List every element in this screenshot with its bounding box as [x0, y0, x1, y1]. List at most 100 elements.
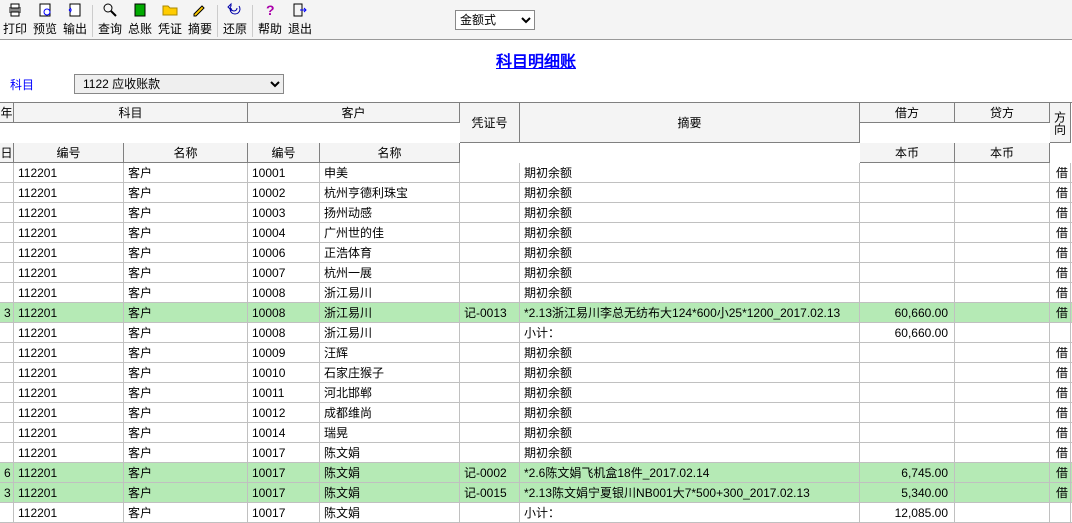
cell-voucher-no	[460, 363, 520, 382]
format-select[interactable]: 金额式	[455, 10, 535, 30]
cell-date: 3	[0, 303, 14, 322]
cell-name: 客户	[124, 463, 248, 482]
table-row[interactable]: 112201客户10009汪辉期初余额借	[0, 343, 1072, 363]
cell-voucher-no	[460, 323, 520, 342]
table-row[interactable]: 112201客户10008浙江易川小计：60,660.00	[0, 323, 1072, 343]
page-title: 科目明细账	[496, 48, 576, 72]
cell-summary: 小计：	[520, 323, 860, 342]
ledger-button[interactable]: 总账	[125, 0, 155, 38]
restore-button[interactable]: 还原	[220, 0, 250, 38]
col-date: 日	[0, 143, 14, 163]
table-row[interactable]: 112201客户10014瑞晃期初余额借	[0, 423, 1072, 443]
table-row[interactable]: 112201客户10011河北邯郸期初余额借	[0, 383, 1072, 403]
cell-debit	[860, 183, 955, 202]
table-row[interactable]: 112201客户10017陈文娟期初余额借	[0, 443, 1072, 463]
table-row[interactable]: 112201客户10008浙江易川期初余额借	[0, 283, 1072, 303]
table-row[interactable]: 112201客户10001申美期初余额借	[0, 163, 1072, 183]
cell-direction: 借	[1050, 463, 1071, 482]
cell-summary: 期初余额	[520, 443, 860, 462]
table-row[interactable]: 112201客户10010石家庄猴子期初余额借	[0, 363, 1072, 383]
cell-voucher-no	[460, 403, 520, 422]
cell-code: 112201	[14, 263, 124, 282]
toolbar: 打印 预览 输出 查询 总账 凭证 摘要 还原 ? 帮助 退出 金额式	[0, 0, 1072, 40]
cell-direction: 借	[1050, 163, 1071, 182]
cell-code: 112201	[14, 423, 124, 442]
cell-credit	[955, 483, 1050, 502]
help-icon: ?	[262, 2, 278, 18]
query-button[interactable]: 查询	[95, 0, 125, 38]
cell-summary: 期初余额	[520, 183, 860, 202]
cell-customer-name: 陈文娟	[320, 443, 460, 462]
cell-customer-name: 瑞晃	[320, 423, 460, 442]
cell-date	[0, 403, 14, 422]
table-row[interactable]: 112201客户10002杭州亨德利珠宝期初余额借	[0, 183, 1072, 203]
output-button[interactable]: 输出	[60, 0, 90, 38]
table-row[interactable]: 112201客户10006正浩体育期初余额借	[0, 243, 1072, 263]
cell-code: 112201	[14, 203, 124, 222]
table-row[interactable]: 112201客户10007杭州一展期初余额借	[0, 263, 1072, 283]
cell-customer-name: 汪辉	[320, 343, 460, 362]
cell-name: 客户	[124, 303, 248, 322]
table-row[interactable]: 112201客户10012成都维尚期初余额借	[0, 403, 1072, 423]
cell-code: 112201	[14, 223, 124, 242]
cell-credit	[955, 163, 1050, 182]
help-button[interactable]: ? 帮助	[255, 0, 285, 38]
print-button[interactable]: 打印	[0, 0, 30, 38]
preview-icon	[37, 2, 53, 18]
cell-direction: 借	[1050, 283, 1071, 302]
cell-name: 客户	[124, 363, 248, 382]
cell-voucher-no	[460, 443, 520, 462]
cell-date	[0, 383, 14, 402]
cell-customer-name: 浙江易川	[320, 323, 460, 342]
subject-label: 科目	[10, 76, 34, 93]
cell-date	[0, 183, 14, 202]
cell-voucher-no	[460, 203, 520, 222]
cell-voucher-no: 记-0002	[460, 463, 520, 482]
cell-customer-name: 陈文娟	[320, 463, 460, 482]
table-row[interactable]: 112201客户10003扬州动感期初余额借	[0, 203, 1072, 223]
cell-customer-code: 10017	[248, 503, 320, 522]
cell-summary: 期初余额	[520, 403, 860, 422]
cell-voucher-no	[460, 223, 520, 242]
cell-credit	[955, 203, 1050, 222]
col-ccode: 编号	[248, 143, 320, 163]
table-row[interactable]: 112201客户10017陈文娟小计：12,085.00	[0, 503, 1072, 523]
cell-date	[0, 343, 14, 362]
table-row[interactable]: 112201客户10004广州世的佳期初余额借	[0, 223, 1072, 243]
grid: 年 科目 客户 凭证号 摘要 借方 贷方 方向 日 编号 名称 编号 名称 本币…	[0, 102, 1072, 523]
cell-debit	[860, 403, 955, 422]
svg-text:?: ?	[266, 2, 275, 18]
cell-customer-code: 10007	[248, 263, 320, 282]
cell-code: 112201	[14, 163, 124, 182]
preview-button[interactable]: 预览	[30, 0, 60, 38]
subject-select[interactable]: 1122 应收账款	[74, 74, 284, 94]
cell-direction: 借	[1050, 183, 1071, 202]
cell-direction: 借	[1050, 423, 1071, 442]
summary-button[interactable]: 摘要	[185, 0, 215, 38]
table-row[interactable]: 3112201客户10017陈文娟记-0015*2.13陈文娟宁夏银川NB001…	[0, 483, 1072, 503]
col-direction: 方向	[1050, 103, 1071, 143]
cell-voucher-no: 记-0015	[460, 483, 520, 502]
cell-debit	[860, 363, 955, 382]
table-row[interactable]: 3112201客户10008浙江易川记-0013*2.13浙江易川李总无纺布大1…	[0, 303, 1072, 323]
cell-name: 客户	[124, 323, 248, 342]
cell-voucher-no	[460, 503, 520, 522]
cell-code: 112201	[14, 503, 124, 522]
cell-code: 112201	[14, 243, 124, 262]
voucher-button[interactable]: 凭证	[155, 0, 185, 38]
exit-button[interactable]: 退出	[285, 0, 315, 38]
col-debit: 借方	[860, 103, 955, 123]
cell-voucher-no	[460, 343, 520, 362]
cell-code: 112201	[14, 463, 124, 482]
cell-debit	[860, 443, 955, 462]
table-row[interactable]: 6112201客户10017陈文娟记-0002*2.6陈文娟飞机盒18件_201…	[0, 463, 1072, 483]
undo-icon	[227, 2, 243, 18]
printer-icon	[7, 2, 23, 18]
cell-code: 112201	[14, 323, 124, 342]
cell-credit	[955, 383, 1050, 402]
divider	[92, 5, 93, 37]
cell-name: 客户	[124, 163, 248, 182]
cell-code: 112201	[14, 303, 124, 322]
cell-customer-name: 广州世的佳	[320, 223, 460, 242]
cell-customer-name: 陈文娟	[320, 503, 460, 522]
